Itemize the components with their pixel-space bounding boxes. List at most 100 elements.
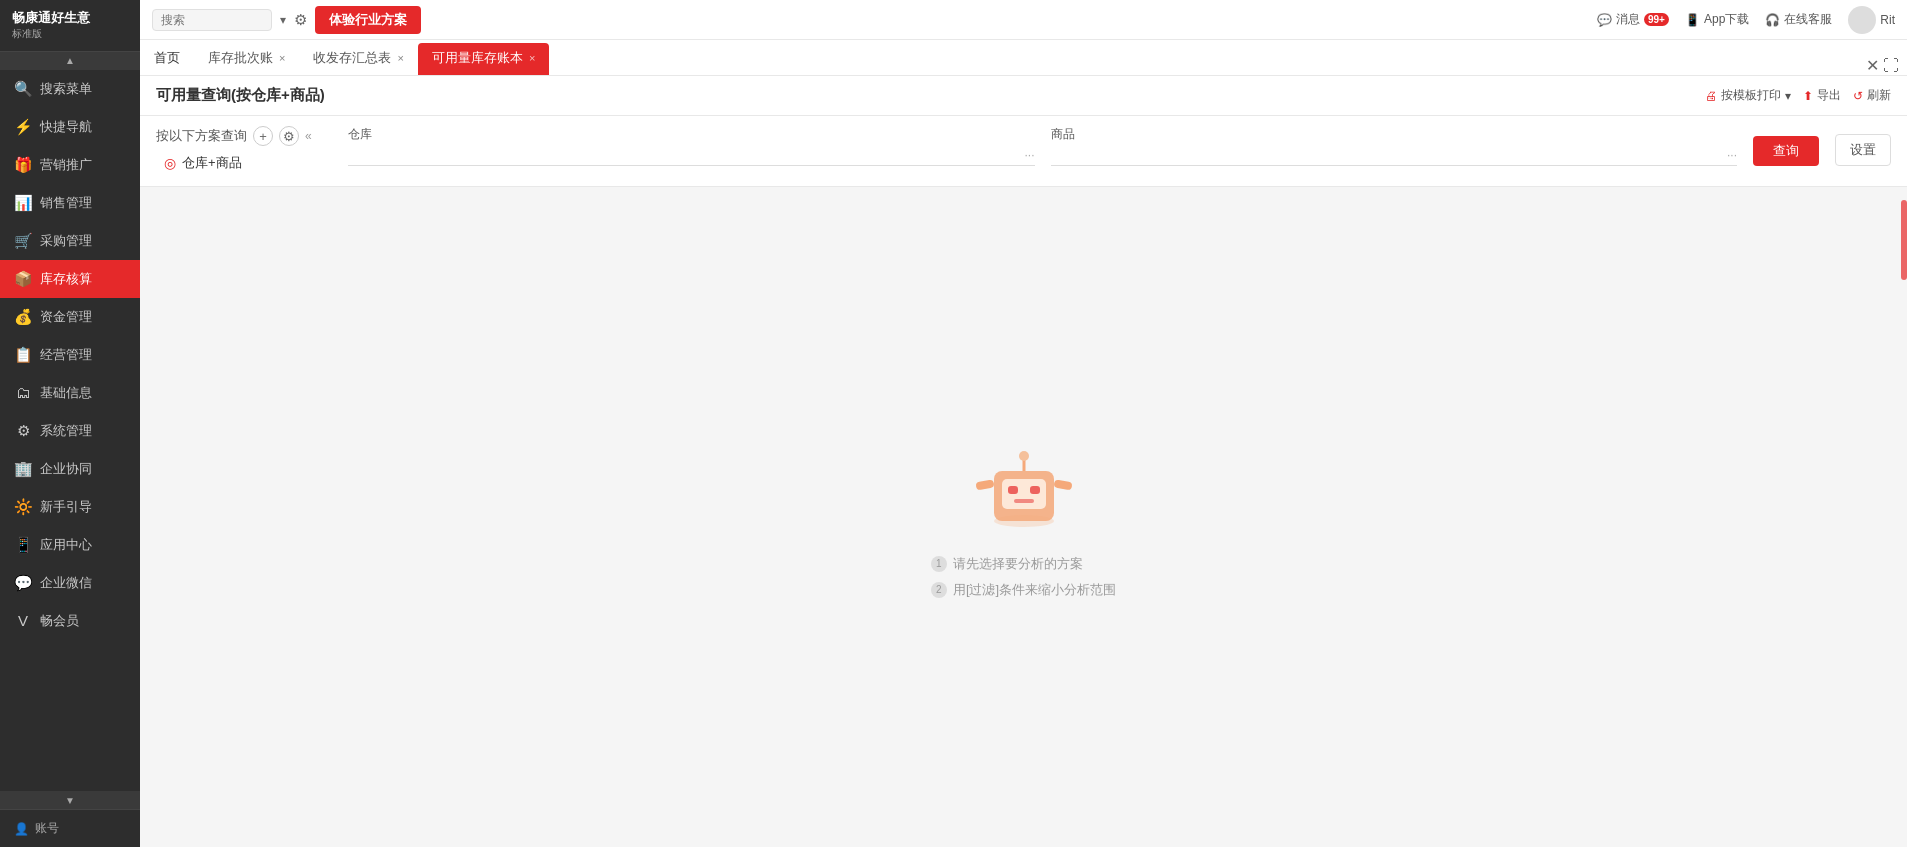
sidebar-label-shortcut: 快捷导航 xyxy=(40,118,92,136)
warehouse-input[interactable] xyxy=(348,147,1020,162)
filter-scheme-label: 按以下方案查询 xyxy=(156,127,247,145)
tab-available-ledger[interactable]: 可用量库存账本 × xyxy=(418,43,549,75)
sidebar-label-member: 畅会员 xyxy=(40,612,79,630)
sidebar-icon-shortcut: ⚡ xyxy=(14,118,32,136)
user-avatar-icon: 👤 xyxy=(14,822,29,836)
topbar-user-avatar[interactable]: Rit xyxy=(1848,6,1895,34)
tab-home[interactable]: 首页 xyxy=(140,43,194,75)
topbar-app-download[interactable]: 📱 App下载 xyxy=(1685,11,1749,28)
topbar-online-service[interactable]: 🎧 在线客服 xyxy=(1765,11,1832,28)
right-scrollbar[interactable] xyxy=(1901,200,1907,280)
sidebar-item-enterprise-wechat[interactable]: 💬 企业微信 xyxy=(0,564,140,602)
sidebar-icon-enterprise: 🏢 xyxy=(14,460,32,478)
empty-state: 1 请先选择要分析的方案 2 用[过滤]条件来缩小分析范围 xyxy=(140,187,1907,847)
online-service-label: 在线客服 xyxy=(1784,11,1832,28)
topbar-dropdown-btn[interactable]: ▾ xyxy=(280,13,286,27)
sidebar-label-inventory: 库存核算 xyxy=(40,270,92,288)
sidebar-item-shortcut[interactable]: ⚡ 快捷导航 xyxy=(0,108,140,146)
sidebar-icon-purchase: 🛒 xyxy=(14,232,32,250)
topbar-messages[interactable]: 💬 消息 99+ xyxy=(1597,11,1669,28)
sidebar-item-member[interactable]: V 畅会员 xyxy=(0,602,140,640)
filter-left: 按以下方案查询 + ⚙ « ◎ 仓库+商品 xyxy=(156,126,336,176)
tab-batch-ledger[interactable]: 库存批次账 × xyxy=(194,43,299,75)
sidebar-item-system[interactable]: ⚙ 系统管理 xyxy=(0,412,140,450)
sidebar-item-purchase[interactable]: 🛒 采购管理 xyxy=(0,222,140,260)
topbar-gear-btn[interactable]: ⚙ xyxy=(294,11,307,29)
sidebar-item-basic-info[interactable]: 🗂 基础信息 xyxy=(0,374,140,412)
tab-available-ledger-close[interactable]: × xyxy=(529,52,535,64)
refresh-label: 刷新 xyxy=(1867,87,1891,104)
warehouse-more-btn[interactable]: ··· xyxy=(1024,148,1034,162)
filter-warehouse-field: 仓库 ··· xyxy=(348,126,1035,166)
svg-rect-3 xyxy=(1008,486,1018,494)
print-btn[interactable]: 🖨 按模板打印 ▾ xyxy=(1705,87,1791,104)
sidebar-label-operations: 经营管理 xyxy=(40,346,92,364)
sidebar-label-marketing: 营销推广 xyxy=(40,156,92,174)
sidebar-item-app-center[interactable]: 📱 应用中心 xyxy=(0,526,140,564)
app-download-label: App下载 xyxy=(1704,11,1749,28)
scheme-icon: ◎ xyxy=(164,155,176,171)
brand-sub: 标准版 xyxy=(12,27,128,41)
refresh-btn[interactable]: ↺ 刷新 xyxy=(1853,87,1891,104)
warehouse-input-row: ··· xyxy=(348,147,1035,166)
sidebar-icon-guide: 🔆 xyxy=(14,498,32,516)
tab-close-btn[interactable]: ✕ xyxy=(1866,56,1879,75)
sidebar-label-sales: 销售管理 xyxy=(40,194,92,212)
svg-point-7 xyxy=(1019,451,1029,461)
sidebar-item-marketing[interactable]: 🎁 营销推广 xyxy=(0,146,140,184)
page-content: 可用量查询(按仓库+商品) 🖨 按模板打印 ▾ ⬆ 导出 ↺ 刷新 xyxy=(140,76,1907,847)
sidebar-item-sales[interactable]: 📊 销售管理 xyxy=(0,184,140,222)
sidebar-scroll-down[interactable]: ▼ xyxy=(0,791,140,809)
goods-input[interactable] xyxy=(1051,147,1723,162)
tab-receipt-summary-close[interactable]: × xyxy=(397,52,403,64)
sidebar-item-operations[interactable]: 📋 经营管理 xyxy=(0,336,140,374)
sidebar-item-inventory[interactable]: 📦 库存核算 xyxy=(0,260,140,298)
user-display-name: Rit xyxy=(1880,13,1895,27)
topbar-trial-btn[interactable]: 体验行业方案 xyxy=(315,6,421,34)
empty-tips: 1 请先选择要分析的方案 2 用[过滤]条件来缩小分析范围 xyxy=(931,551,1116,603)
main-area: ▾ ⚙ 体验行业方案 💬 消息 99+ 📱 App下载 🎧 在线客服 Rit xyxy=(140,0,1907,847)
sidebar-menu: 🔍 搜索菜单 ⚡ 快捷导航 🎁 营销推广 📊 销售管理 🛒 采购管理 📦 库存核… xyxy=(0,70,140,791)
sidebar-label-guide: 新手引导 xyxy=(40,498,92,516)
export-label: 导出 xyxy=(1817,87,1841,104)
goods-more-btn[interactable]: ··· xyxy=(1727,148,1737,162)
filter-collapse-btn[interactable]: « xyxy=(305,129,312,143)
tip-text-2: 用[过滤]条件来缩小分析范围 xyxy=(953,577,1116,603)
app-download-icon: 📱 xyxy=(1685,13,1700,27)
sidebar-icon-operations: 📋 xyxy=(14,346,32,364)
headset-icon: 🎧 xyxy=(1765,13,1780,27)
topbar: ▾ ⚙ 体验行业方案 💬 消息 99+ 📱 App下载 🎧 在线客服 Rit xyxy=(140,0,1907,40)
tab-batch-ledger-label: 库存批次账 xyxy=(208,49,273,67)
sidebar-label-app-center: 应用中心 xyxy=(40,536,92,554)
sidebar-label-enterprise-wechat: 企业微信 xyxy=(40,574,92,592)
topbar-search-input[interactable] xyxy=(152,9,272,31)
tab-receipt-summary[interactable]: 收发存汇总表 × xyxy=(299,43,417,75)
sidebar-bottom-user[interactable]: 👤 账号 xyxy=(0,809,140,847)
filter-settings-icon-btn[interactable]: ⚙ xyxy=(279,126,299,146)
tab-maximize-btn[interactable]: ⛶ xyxy=(1883,57,1899,75)
sidebar-item-search[interactable]: 🔍 搜索菜单 xyxy=(0,70,140,108)
page-title: 可用量查询(按仓库+商品) xyxy=(156,86,325,105)
sidebar-logo: 畅康通好生意 标准版 xyxy=(0,0,140,52)
sidebar-icon-search: 🔍 xyxy=(14,80,32,98)
sidebar-item-guide[interactable]: 🔆 新手引导 xyxy=(0,488,140,526)
export-btn[interactable]: ⬆ 导出 xyxy=(1803,87,1841,104)
sidebar-scroll-up[interactable]: ▲ xyxy=(0,52,140,70)
sidebar-icon-marketing: 🎁 xyxy=(14,156,32,174)
sidebar-label-purchase: 采购管理 xyxy=(40,232,92,250)
query-btn[interactable]: 查询 xyxy=(1753,136,1819,166)
sidebar-icon-finance: 💰 xyxy=(14,308,32,326)
filter-right: 仓库 ··· 商品 ··· 查询 设置 xyxy=(348,126,1891,166)
svg-rect-4 xyxy=(1030,486,1040,494)
tab-receipt-summary-label: 收发存汇总表 xyxy=(313,49,391,67)
sidebar-item-finance[interactable]: 💰 资金管理 xyxy=(0,298,140,336)
tab-batch-ledger-close[interactable]: × xyxy=(279,52,285,64)
filter-area: 按以下方案查询 + ⚙ « ◎ 仓库+商品 仓库 ··· xyxy=(140,116,1907,187)
settings-btn[interactable]: 设置 xyxy=(1835,134,1891,166)
filter-scheme-warehouse-goods[interactable]: ◎ 仓库+商品 xyxy=(156,150,336,176)
filter-add-btn[interactable]: + xyxy=(253,126,273,146)
messages-label: 消息 xyxy=(1616,11,1640,28)
sidebar-label-basic-info: 基础信息 xyxy=(40,384,92,402)
sidebar-item-enterprise[interactable]: 🏢 企业协同 xyxy=(0,450,140,488)
print-icon: 🖨 xyxy=(1705,89,1717,103)
